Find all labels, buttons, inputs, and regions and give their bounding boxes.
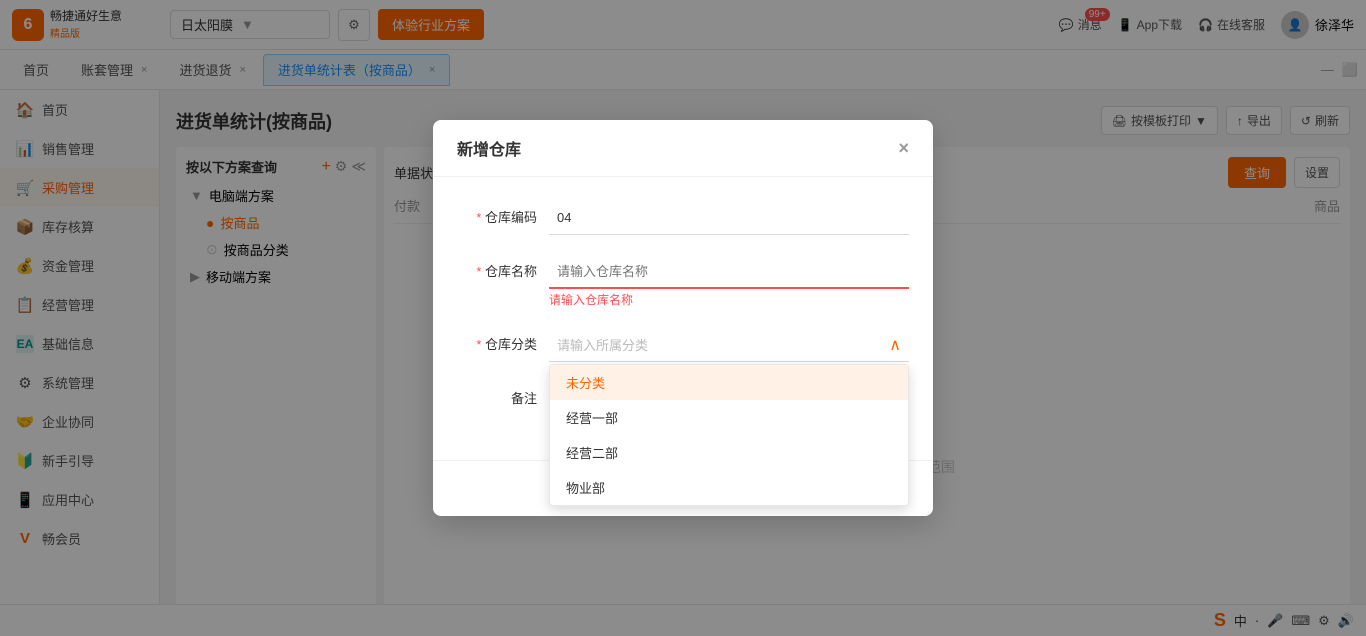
warehouse-name-row: 仓库名称 请输入仓库名称 <box>457 255 909 308</box>
warehouse-code-input-wrapper <box>549 201 909 235</box>
warehouse-name-field[interactable] <box>549 255 909 289</box>
warehouse-code-row: 仓库编码 <box>457 201 909 235</box>
category-dropdown-arrow: ∧ <box>889 335 901 355</box>
warehouse-category-select[interactable]: 请输入所属分类 ∧ <box>549 328 909 362</box>
remark-label: 备注 <box>457 382 537 407</box>
warehouse-name-label: 仓库名称 <box>457 255 537 280</box>
warehouse-category-placeholder: 请输入所属分类 <box>557 335 648 354</box>
option-uncategorized[interactable]: 未分类 <box>550 365 908 400</box>
option-dept2[interactable]: 经营二部 <box>550 435 908 470</box>
warehouse-code-label: 仓库编码 <box>457 201 537 226</box>
warehouse-name-input-wrapper: 请输入仓库名称 <box>549 255 909 308</box>
warehouse-code-field[interactable] <box>549 201 909 235</box>
dialog-header: 新增仓库 × <box>433 120 933 177</box>
category-dropdown: 未分类 经营一部 经营二部 物业部 <box>549 364 909 506</box>
option-dept1[interactable]: 经营一部 <box>550 400 908 435</box>
option-property[interactable]: 物业部 <box>550 470 908 505</box>
dialog-body: 仓库编码 仓库名称 请输入仓库名称 仓库分类 请输入所属分类 <box>433 177 933 460</box>
modal-overlay: 新增仓库 × 仓库编码 仓库名称 请输入仓库名称 仓库分类 <box>0 0 1366 636</box>
warehouse-category-row: 仓库分类 请输入所属分类 ∧ 未分类 经营一部 <box>457 328 909 362</box>
dialog-title: 新增仓库 <box>457 136 521 160</box>
warehouse-category-label: 仓库分类 <box>457 328 537 353</box>
warehouse-name-error: 请输入仓库名称 <box>549 291 909 308</box>
dialog-close-button[interactable]: × <box>898 138 909 159</box>
warehouse-category-input-wrapper: 请输入所属分类 ∧ 未分类 经营一部 经营二部 <box>549 328 909 362</box>
add-warehouse-dialog: 新增仓库 × 仓库编码 仓库名称 请输入仓库名称 仓库分类 <box>433 120 933 516</box>
